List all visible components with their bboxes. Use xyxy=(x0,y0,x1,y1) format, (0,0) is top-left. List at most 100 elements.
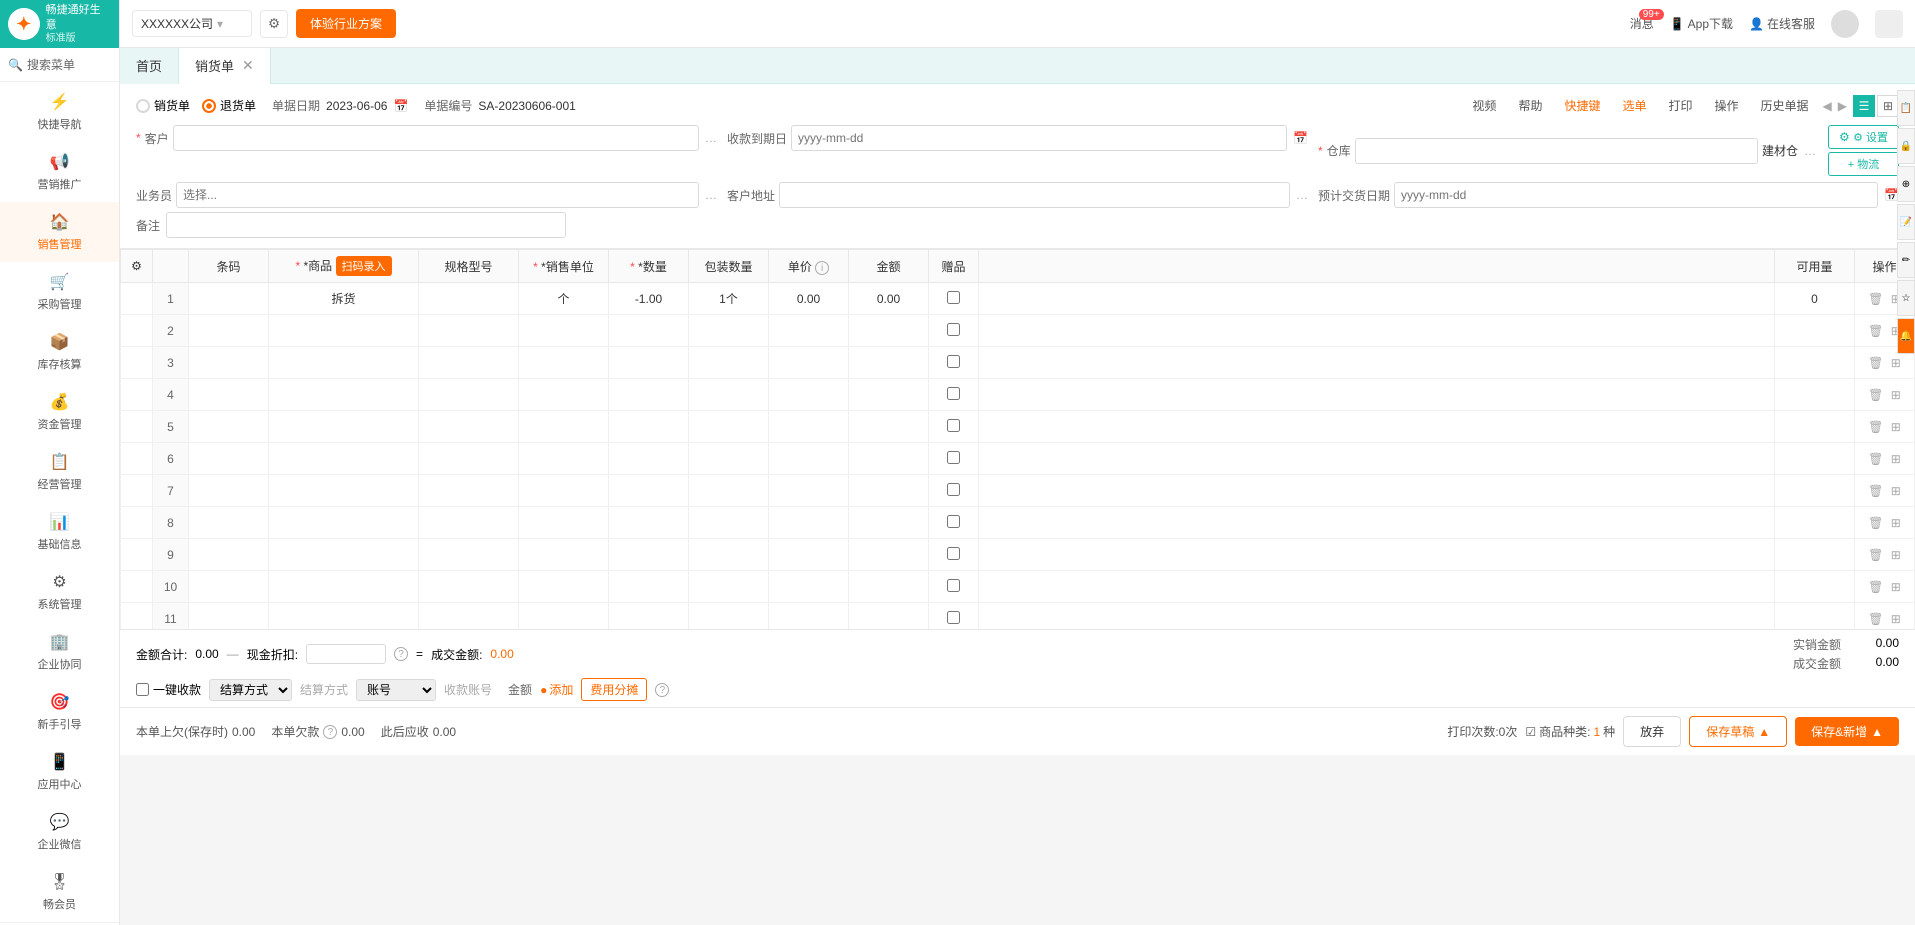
copy-icon-4[interactable]: ⊞ xyxy=(1891,420,1901,434)
gift-checkbox-3[interactable] xyxy=(947,387,960,400)
radio-return[interactable]: 退货单 xyxy=(202,97,256,114)
cell-amount-10[interactable] xyxy=(849,603,929,630)
cell-spec-3[interactable] xyxy=(419,379,519,411)
remark-input[interactable] xyxy=(166,212,566,238)
customer-dots[interactable]: … xyxy=(705,131,717,145)
cell-barcode-1[interactable] xyxy=(189,315,269,347)
cell-barcode-6[interactable] xyxy=(189,475,269,507)
cell-spec-5[interactable] xyxy=(419,443,519,475)
delete-icon-1[interactable]: 🗑 xyxy=(1868,324,1883,338)
expected-delivery-input[interactable] xyxy=(1394,182,1878,208)
cell-gift-4[interactable] xyxy=(929,411,979,443)
copy-icon-7[interactable]: ⊞ xyxy=(1891,516,1901,530)
cell-pack-qty-1[interactable] xyxy=(689,315,769,347)
delete-icon-7[interactable]: 🗑 xyxy=(1868,516,1883,530)
cell-spec-6[interactable] xyxy=(419,475,519,507)
cell-product-7[interactable] xyxy=(269,507,419,539)
cell-amount-6[interactable] xyxy=(849,475,929,507)
cell-qty-1[interactable] xyxy=(609,315,689,347)
customer-input[interactable] xyxy=(173,125,699,151)
sidebar-item-newbie[interactable]: 🎯 新手引导 xyxy=(0,682,119,742)
price-info-icon[interactable]: i xyxy=(815,261,829,275)
cell-product-4[interactable] xyxy=(269,411,419,443)
delete-icon-10[interactable]: 🗑 xyxy=(1868,612,1883,626)
cell-product-8[interactable] xyxy=(269,539,419,571)
cell-unit-7[interactable] xyxy=(519,507,609,539)
scan-btn[interactable]: 扫码录入 xyxy=(336,256,392,276)
trial-industry-button[interactable]: 体验行业方案 xyxy=(296,9,396,38)
cell-qty-6[interactable] xyxy=(609,475,689,507)
gift-checkbox-8[interactable] xyxy=(947,547,960,560)
sidebar-item-wechat[interactable]: 💬 企业微信 xyxy=(0,802,119,862)
warehouse-dots[interactable]: … xyxy=(1804,144,1816,158)
cell-qty-10[interactable] xyxy=(609,603,689,630)
sidebar-item-basic[interactable]: 📊 基础信息 xyxy=(0,502,119,562)
cell-unit-1[interactable] xyxy=(519,315,609,347)
product-kind[interactable]: ☑ 商品种类: 1 种 xyxy=(1525,723,1615,740)
add-payment-btn[interactable]: ● 添加 xyxy=(540,681,573,698)
gift-checkbox-0[interactable] xyxy=(947,291,960,304)
one-click-checkbox[interactable] xyxy=(136,683,149,696)
right-panel-btn-3[interactable]: ⊕ xyxy=(1897,166,1915,202)
prev-icon[interactable]: ◀ xyxy=(1823,99,1832,113)
form-logistics-btn[interactable]: + 物流 xyxy=(1828,152,1899,176)
delete-icon-6[interactable]: 🗑 xyxy=(1868,484,1883,498)
bank-account-select[interactable]: 账号 xyxy=(356,679,436,701)
discard-button[interactable]: 放弃 xyxy=(1623,716,1681,747)
cell-barcode-10[interactable] xyxy=(189,603,269,630)
delete-icon-4[interactable]: 🗑 xyxy=(1868,420,1883,434)
right-panel-btn-6[interactable]: ☆ xyxy=(1897,280,1915,316)
delete-icon-2[interactable]: 🗑 xyxy=(1868,356,1883,370)
next-icon[interactable]: ▶ xyxy=(1838,99,1847,113)
cell-spec-10[interactable] xyxy=(419,603,519,630)
cell-gift-0[interactable] xyxy=(929,283,979,315)
cell-amount-5[interactable] xyxy=(849,443,929,475)
delete-icon-5[interactable]: 🗑 xyxy=(1868,452,1883,466)
customer-address-input[interactable] xyxy=(779,182,1290,208)
sidebar-search[interactable]: 🔍 搜索菜单 xyxy=(0,48,119,82)
fee-help-icon[interactable]: ? xyxy=(655,683,669,697)
sidebar-item-quick-nav[interactable]: ⚡ 快捷导航 xyxy=(0,82,119,142)
calendar-icon[interactable]: 📅 xyxy=(393,99,408,113)
cell-gift-9[interactable] xyxy=(929,571,979,603)
cell-unit-0[interactable]: 个 xyxy=(519,283,609,315)
right-panel-btn-4[interactable]: 📝 xyxy=(1897,204,1915,240)
cell-price-10[interactable] xyxy=(769,603,849,630)
right-panel-btn-5[interactable]: ✏ xyxy=(1897,242,1915,278)
company-selector[interactable]: XXXXXX公司 ▾ xyxy=(132,10,252,37)
cell-spec-7[interactable] xyxy=(419,507,519,539)
tab-close-icon[interactable]: ✕ xyxy=(242,57,254,74)
gift-checkbox-5[interactable] xyxy=(947,451,960,464)
cell-product-6[interactable] xyxy=(269,475,419,507)
cell-barcode-5[interactable] xyxy=(189,443,269,475)
cell-price-7[interactable] xyxy=(769,507,849,539)
cell-pack-qty-4[interactable] xyxy=(689,411,769,443)
cell-qty-7[interactable] xyxy=(609,507,689,539)
cell-gift-6[interactable] xyxy=(929,475,979,507)
user-avatar[interactable] xyxy=(1831,10,1859,38)
cell-price-4[interactable] xyxy=(769,411,849,443)
collection-calendar-icon[interactable]: 📅 xyxy=(1293,131,1308,145)
salesperson-dots[interactable]: … xyxy=(705,188,717,202)
cell-spec-1[interactable] xyxy=(419,315,519,347)
notification-badge[interactable]: 消息 99+ xyxy=(1630,15,1654,32)
copy-icon-10[interactable]: ⊞ xyxy=(1891,612,1901,626)
cell-qty-5[interactable] xyxy=(609,443,689,475)
cell-amount-8[interactable] xyxy=(849,539,929,571)
warehouse-input[interactable] xyxy=(1355,138,1758,164)
cell-barcode-7[interactable] xyxy=(189,507,269,539)
cell-barcode-8[interactable] xyxy=(189,539,269,571)
gift-checkbox-7[interactable] xyxy=(947,515,960,528)
sidebar-item-purchase[interactable]: 🛒 采购管理 xyxy=(0,262,119,322)
list-view-btn[interactable]: ☰ xyxy=(1853,95,1875,117)
cell-spec-4[interactable] xyxy=(419,411,519,443)
app-download[interactable]: 📱 App下载 xyxy=(1670,15,1733,32)
delete-icon-8[interactable]: 🗑 xyxy=(1868,548,1883,562)
radio-sales[interactable]: 销货单 xyxy=(136,97,190,114)
right-panel-btn-1[interactable]: 📋 xyxy=(1897,90,1915,126)
customer-address-dots[interactable]: … xyxy=(1296,188,1308,202)
copy-icon-2[interactable]: ⊞ xyxy=(1891,356,1901,370)
sidebar-item-sales[interactable]: 🏠 销售管理 xyxy=(0,202,119,262)
cell-qty-9[interactable] xyxy=(609,571,689,603)
copy-icon-3[interactable]: ⊞ xyxy=(1891,388,1901,402)
